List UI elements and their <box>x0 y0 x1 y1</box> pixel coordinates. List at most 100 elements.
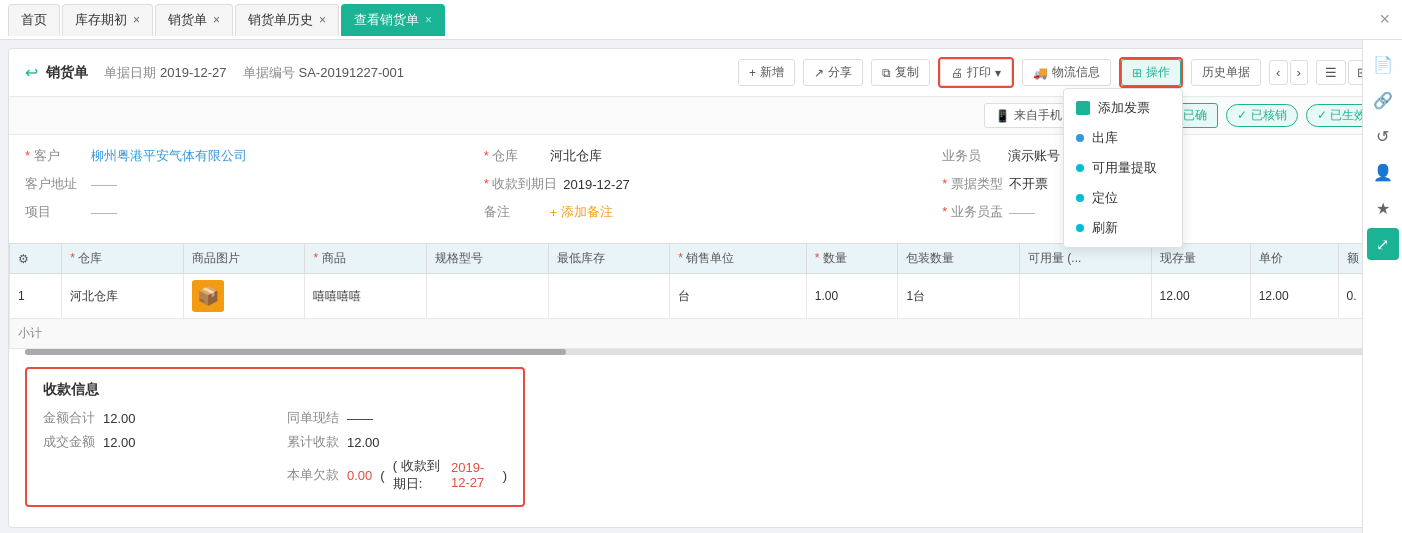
nav-arrows: ‹ › <box>1269 60 1308 85</box>
operations-wrapper: ⊞ 操作 添加发票 出库 <box>1119 57 1183 88</box>
cell-current-stock: 12.00 <box>1151 274 1250 319</box>
right-sidebar: 📄 🔗 ↺ 👤 ★ ⤢ <box>1362 40 1402 533</box>
doc-meta: 单据日期 2019-12-27 单据编号 SA-20191227-001 <box>104 64 404 82</box>
total-amount-label: 金额合计 <box>43 409 95 427</box>
warehouse-field: 仓库 河北仓库 <box>484 147 919 165</box>
doc-type-icon: ↩ <box>25 63 38 82</box>
logistics-icon: 🚚 <box>1033 66 1048 80</box>
dropdown-outbound[interactable]: 出库 <box>1064 123 1182 153</box>
col-pack-qty: 包装数量 <box>898 244 1020 274</box>
doc-date-field: 单据日期 2019-12-27 <box>104 64 227 82</box>
operations-icon: ⊞ <box>1132 66 1142 80</box>
table-wrapper: ⚙ 仓库 商品图片 商品 规格型号 最低库存 销售单位 数量 包装数量 可用量 … <box>9 243 1393 349</box>
operations-label: 操作 <box>1146 64 1170 81</box>
project-value: —— <box>91 205 117 220</box>
cell-pack-qty: 1台 <box>898 274 1020 319</box>
print-button[interactable]: 🖨 打印 ▾ <box>940 59 1012 86</box>
tab-home[interactable]: 首页 <box>8 4 60 36</box>
tab-history-close[interactable]: × <box>319 13 326 27</box>
table-scrollbar[interactable] <box>25 349 1377 355</box>
add-note-button[interactable]: + 添加备注 <box>550 203 614 221</box>
refresh-dot-icon <box>1076 224 1084 232</box>
sidebar-link-icon[interactable]: 🔗 <box>1367 84 1399 116</box>
table-header-row: ⚙ 仓库 商品图片 商品 规格型号 最低库存 销售单位 数量 包装数量 可用量 … <box>10 244 1393 274</box>
single-settlement-value: —— <box>347 411 373 426</box>
sidebar-star-icon[interactable]: ★ <box>1367 192 1399 224</box>
sidebar-user-icon[interactable]: 👤 <box>1367 156 1399 188</box>
invoice-type-label: 票据类型 <box>942 175 1003 193</box>
locate-label: 定位 <box>1092 189 1118 207</box>
operations-button[interactable]: ⊞ 操作 <box>1121 59 1181 86</box>
invoice-type-value: 不开票 <box>1009 175 1048 193</box>
staff-value: 演示账号 <box>1008 147 1060 165</box>
transaction-item: 成交金额 12.00 <box>43 433 263 451</box>
add-invoice-label: 添加发票 <box>1098 99 1150 117</box>
dropdown-add-invoice[interactable]: 添加发票 <box>1064 93 1182 123</box>
col-current-stock: 现存量 <box>1151 244 1250 274</box>
scrollbar-thumb[interactable] <box>25 349 566 355</box>
customer-value[interactable]: 柳州粤港平安气体有限公司 <box>91 147 247 165</box>
sidebar-refresh-icon[interactable]: ↺ <box>1367 120 1399 152</box>
print-highlight-box: 🖨 打印 ▾ <box>938 57 1014 88</box>
print-label: 打印 <box>967 64 991 81</box>
cumulative-label: 累计收款 <box>287 433 339 451</box>
tab-inventory-label: 库存期初 <box>75 11 127 29</box>
tab-history-label: 销货单历史 <box>248 11 313 29</box>
tab-inventory-close[interactable]: × <box>133 13 140 27</box>
copy-button[interactable]: ⧉ 复制 <box>871 59 930 86</box>
doc-number-value: SA-20191227-001 <box>299 65 405 80</box>
tab-sales-history[interactable]: 销货单历史 × <box>235 4 339 36</box>
next-button[interactable]: › <box>1290 60 1308 85</box>
app-close-button[interactable]: × <box>1375 5 1394 34</box>
cell-spec <box>427 274 549 319</box>
balance-date: 2019-12-27 <box>451 460 495 490</box>
note-label: 备注 <box>484 203 544 221</box>
available-qty-dot-icon <box>1076 164 1084 172</box>
tab-view-close[interactable]: × <box>425 13 432 27</box>
from-phone-button[interactable]: 📱 来自手机 <box>984 103 1073 128</box>
staff2-label: 业务员盂 <box>942 203 1003 221</box>
sidebar-doc-icon[interactable]: 📄 <box>1367 48 1399 80</box>
col-product: 商品 <box>305 244 427 274</box>
share-label: 分享 <box>828 64 852 81</box>
cell-product: 嘻嘻嘻嘻 <box>305 274 427 319</box>
logistics-button[interactable]: 🚚 物流信息 <box>1022 59 1111 86</box>
main-content: ↩ 销货单 单据日期 2019-12-27 单据编号 SA-20191227-0… <box>8 48 1394 528</box>
status-sold-tag: ✓ 已核销 <box>1226 104 1297 127</box>
new-button[interactable]: + 新增 <box>738 59 795 86</box>
tab-view-sales[interactable]: 查看销货单 × <box>341 4 445 36</box>
balance-end: ) <box>503 468 507 483</box>
dropdown-available-qty[interactable]: 可用量提取 <box>1064 153 1182 183</box>
customer-label: 客户 <box>25 147 85 165</box>
tab-inventory-init[interactable]: 库存期初 × <box>62 4 153 36</box>
tab-sales-order[interactable]: 销货单 × <box>155 4 233 36</box>
operations-highlight-box: ⊞ 操作 <box>1119 57 1183 88</box>
sidebar-expand-icon[interactable]: ⤢ <box>1367 228 1399 260</box>
subtotal-row: 小计 <box>10 319 1393 349</box>
doc-date-label: 单据日期 <box>104 64 156 82</box>
subtotal-label: 小计 <box>10 319 1393 349</box>
from-phone-label: 来自手机 <box>1014 107 1062 124</box>
col-available: 可用量 (... <box>1019 244 1151 274</box>
col-product-img: 商品图片 <box>183 244 305 274</box>
locate-dot-icon <box>1076 194 1084 202</box>
total-amount-value: 12.00 <box>103 411 136 426</box>
status-effective-check: ✓ <box>1317 108 1327 122</box>
warehouse-label: 仓库 <box>484 147 544 165</box>
tab-sales-close[interactable]: × <box>213 13 220 27</box>
prev-button[interactable]: ‹ <box>1269 60 1287 85</box>
confirm-label: 已确 <box>1183 107 1207 124</box>
balance-note-text: ( 收款到期日: <box>393 457 443 493</box>
cell-warehouse: 河北仓库 <box>62 274 184 319</box>
dropdown-refresh[interactable]: 刷新 <box>1064 213 1182 243</box>
history-button[interactable]: 历史单据 <box>1191 59 1261 86</box>
tab-sales-label: 销货单 <box>168 11 207 29</box>
doc-number-label: 单据编号 <box>243 64 295 82</box>
customer-field: 客户 柳州粤港平安气体有限公司 <box>25 147 460 165</box>
cell-sales-unit: 台 <box>670 274 807 319</box>
staff-label: 业务员 <box>942 147 1002 165</box>
list-view-button[interactable]: ☰ <box>1316 60 1346 85</box>
share-button[interactable]: ↗ 分享 <box>803 59 863 86</box>
dropdown-locate[interactable]: 定位 <box>1064 183 1182 213</box>
doc-number-field: 单据编号 SA-20191227-001 <box>243 64 405 82</box>
